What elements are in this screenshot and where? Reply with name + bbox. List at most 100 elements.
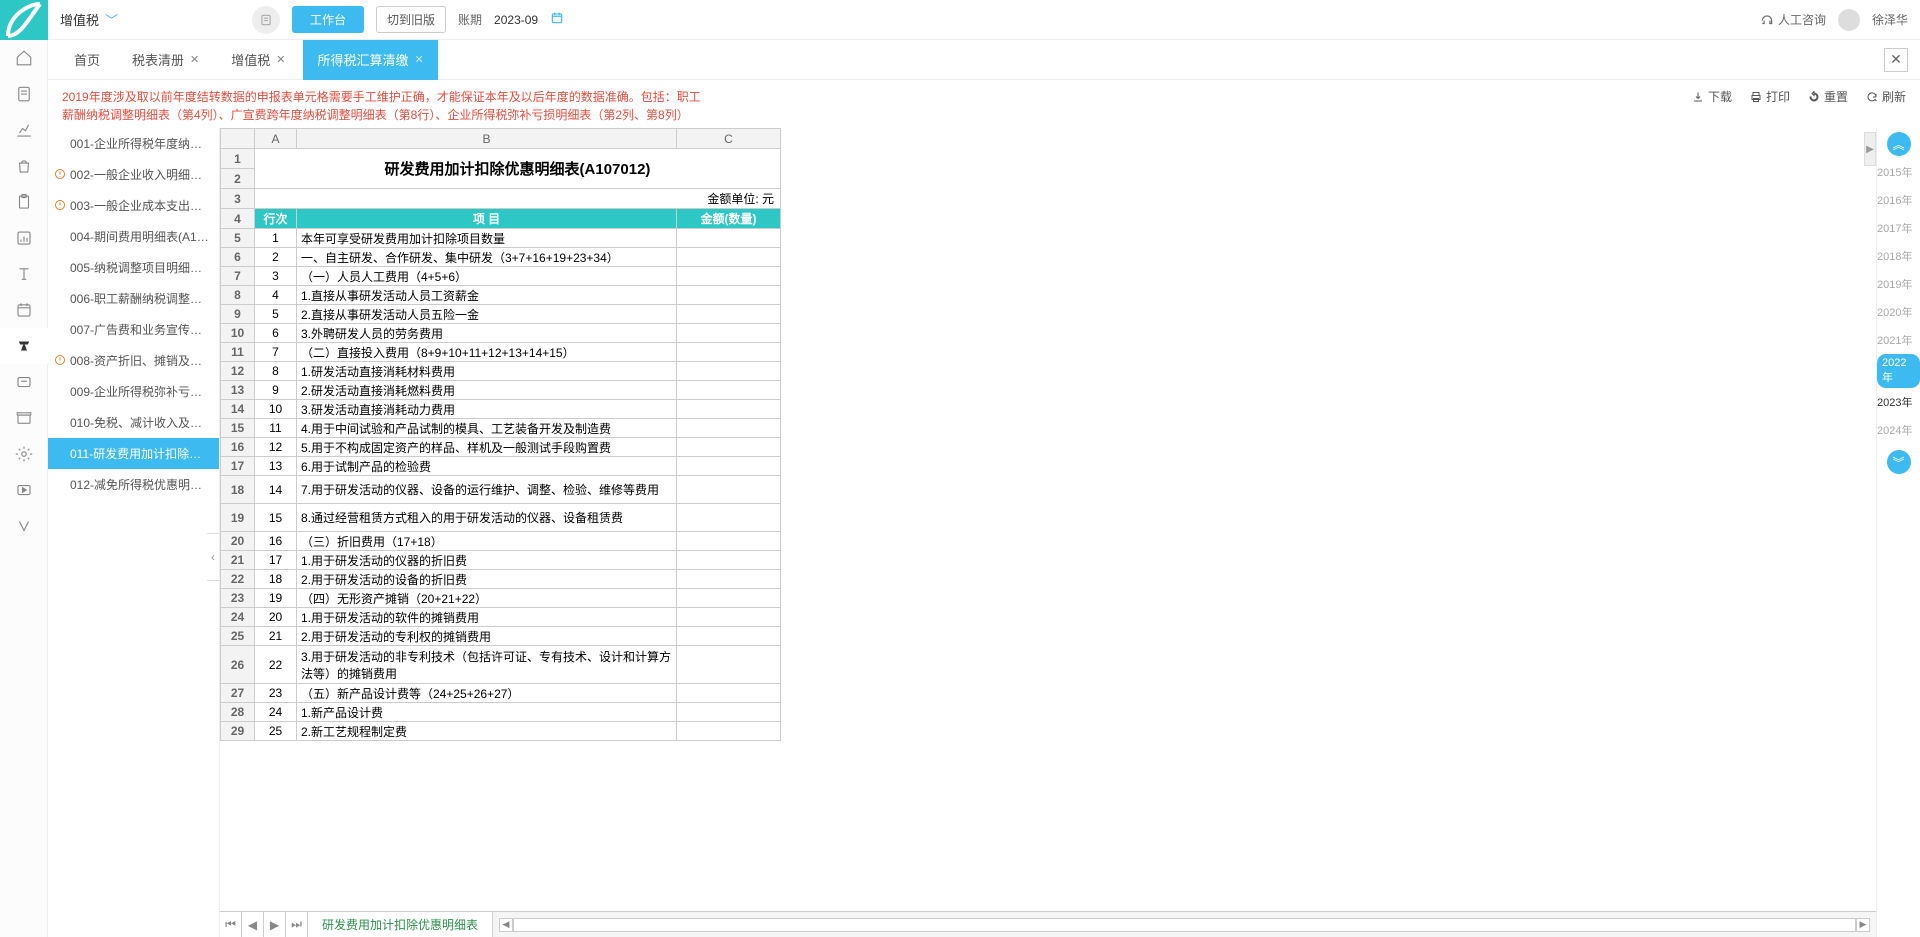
row-header[interactable]: 8 xyxy=(221,286,255,305)
row-header[interactable]: 29 xyxy=(221,722,255,741)
seq-cell[interactable]: 18 xyxy=(255,570,297,589)
close-all-tabs-button[interactable]: ✕ xyxy=(1884,48,1908,72)
row-header[interactable]: 27 xyxy=(221,684,255,703)
seq-cell[interactable]: 11 xyxy=(255,419,297,438)
year-option[interactable]: 2016年 xyxy=(1877,186,1920,214)
row-header[interactable]: 22 xyxy=(221,570,255,589)
nav-doc-icon[interactable] xyxy=(0,76,48,112)
row-header[interactable]: 21 xyxy=(221,551,255,570)
value-cell[interactable] xyxy=(677,608,781,627)
label-cell[interactable]: 3.外聘研发人员的劳务费用 xyxy=(297,324,677,343)
row-header[interactable]: 14 xyxy=(221,400,255,419)
row-header[interactable]: 28 xyxy=(221,703,255,722)
label-cell[interactable]: 7.用于研发活动的仪器、设备的运行维护、调整、检验、维修等费用 xyxy=(297,476,677,504)
nav-bag-icon[interactable] xyxy=(0,148,48,184)
label-cell[interactable]: 1.新产品设计费 xyxy=(297,703,677,722)
module-dropdown[interactable]: 增值税 ﹀ xyxy=(60,10,240,29)
value-cell[interactable] xyxy=(677,589,781,608)
label-cell[interactable]: （二）直接投入费用（8+9+10+11+12+13+14+15） xyxy=(297,343,677,362)
seq-cell[interactable]: 1 xyxy=(255,229,297,248)
row-header[interactable]: 1 xyxy=(221,149,255,169)
row-header[interactable]: 2 xyxy=(221,169,255,189)
form-item-4[interactable]: 005-纳税调整项目明细表(A1... xyxy=(48,252,219,283)
label-cell[interactable]: （四）无形资产摊销（20+21+22） xyxy=(297,589,677,608)
year-option[interactable]: 2019年 xyxy=(1877,270,1920,298)
value-cell[interactable] xyxy=(677,703,781,722)
print-button[interactable]: 打印 xyxy=(1750,88,1790,105)
label-cell[interactable]: 2.用于研发活动的设备的折旧费 xyxy=(297,570,677,589)
seq-cell[interactable]: 13 xyxy=(255,457,297,476)
value-cell[interactable] xyxy=(677,343,781,362)
nav-chart-icon[interactable] xyxy=(0,112,48,148)
value-cell[interactable] xyxy=(677,305,781,324)
value-cell[interactable] xyxy=(677,419,781,438)
label-cell[interactable]: 1.研发活动直接消耗材料费用 xyxy=(297,362,677,381)
value-cell[interactable] xyxy=(677,684,781,703)
year-option[interactable]: 2015年 xyxy=(1877,158,1920,186)
form-item-1[interactable]: 002-一般企业收入明细表(A... xyxy=(48,159,219,190)
seq-cell[interactable]: 8 xyxy=(255,362,297,381)
row-header[interactable]: 19 xyxy=(221,504,255,532)
label-cell[interactable]: （五）新产品设计费等（24+25+26+27） xyxy=(297,684,677,703)
form-item-8[interactable]: 009-企业所得税弥补亏损明... xyxy=(48,376,219,407)
value-cell[interactable] xyxy=(677,248,781,267)
year-option[interactable]: 2017年 xyxy=(1877,214,1920,242)
row-header[interactable]: 9 xyxy=(221,305,255,324)
label-cell[interactable]: 1.用于研发活动的软件的摊销费用 xyxy=(297,608,677,627)
seq-cell[interactable]: 9 xyxy=(255,381,297,400)
row-header[interactable]: 18 xyxy=(221,476,255,504)
help-link[interactable]: 人工咨询 xyxy=(1760,11,1826,28)
row-header[interactable]: 16 xyxy=(221,438,255,457)
label-cell[interactable]: 2.用于研发活动的专利权的摊销费用 xyxy=(297,627,677,646)
label-cell[interactable]: （三）折旧费用（17+18） xyxy=(297,532,677,551)
label-cell[interactable]: 本年可享受研发费用加计扣除项目数量 xyxy=(297,229,677,248)
seq-cell[interactable]: 24 xyxy=(255,703,297,722)
seq-cell[interactable]: 19 xyxy=(255,589,297,608)
value-cell[interactable] xyxy=(677,722,781,741)
row-header[interactable]: 7 xyxy=(221,267,255,286)
year-option[interactable]: 2024年 xyxy=(1877,416,1920,444)
row-header[interactable]: 15 xyxy=(221,419,255,438)
label-cell[interactable]: 1.直接从事研发活动人员工资薪金 xyxy=(297,286,677,305)
value-cell[interactable] xyxy=(677,504,781,532)
seq-cell[interactable]: 16 xyxy=(255,532,297,551)
nav-archive-icon[interactable] xyxy=(0,400,48,436)
expand-notch[interactable]: ▶ xyxy=(1864,132,1876,166)
sheet-pager-last[interactable]: ⏭ xyxy=(286,912,308,937)
tab-3[interactable]: 所得税汇算清缴✕ xyxy=(303,40,437,80)
sheet-tab-active[interactable]: 研发费用加计扣除优惠明细表 xyxy=(308,912,493,937)
year-option[interactable]: 2021年 xyxy=(1877,326,1920,354)
seq-cell[interactable]: 15 xyxy=(255,504,297,532)
workspace-button[interactable]: 工作台 xyxy=(292,6,364,33)
seq-cell[interactable]: 12 xyxy=(255,438,297,457)
seq-cell[interactable]: 2 xyxy=(255,248,297,267)
calendar-icon[interactable] xyxy=(550,11,564,28)
nav-v-icon[interactable] xyxy=(0,508,48,544)
label-cell[interactable]: 2.直接从事研发活动人员五险一金 xyxy=(297,305,677,324)
value-cell[interactable] xyxy=(677,229,781,248)
value-cell[interactable] xyxy=(677,532,781,551)
row-header[interactable]: 11 xyxy=(221,343,255,362)
row-header[interactable]: 26 xyxy=(221,646,255,684)
form-item-5[interactable]: 006-职工薪酬纳税调整明细... xyxy=(48,283,219,314)
collapse-handle[interactable]: ‹ xyxy=(207,533,220,581)
label-cell[interactable]: 2.研发活动直接消耗燃料费用 xyxy=(297,381,677,400)
row-header[interactable]: 23 xyxy=(221,589,255,608)
form-item-10[interactable]: 011-研发费用加计扣除优惠... xyxy=(48,438,219,469)
year-option[interactable]: 2022年 xyxy=(1877,354,1920,388)
row-header[interactable]: 25 xyxy=(221,627,255,646)
row-header[interactable]: 4 xyxy=(221,209,255,229)
value-cell[interactable] xyxy=(677,551,781,570)
seq-cell[interactable]: 17 xyxy=(255,551,297,570)
nav-video-icon[interactable] xyxy=(0,472,48,508)
row-header[interactable]: 17 xyxy=(221,457,255,476)
form-item-9[interactable]: 010-免税、减计收入及加计... xyxy=(48,407,219,438)
row-header[interactable]: 6 xyxy=(221,248,255,267)
notes-icon[interactable] xyxy=(252,6,280,34)
value-cell[interactable] xyxy=(677,627,781,646)
seq-cell[interactable]: 14 xyxy=(255,476,297,504)
seq-cell[interactable]: 4 xyxy=(255,286,297,305)
hscroll-left[interactable]: ◀ xyxy=(499,918,513,932)
label-cell[interactable]: 一、自主研发、合作研发、集中研发（3+7+16+19+23+34） xyxy=(297,248,677,267)
sheet-pager-next[interactable]: ▶ xyxy=(264,912,286,937)
